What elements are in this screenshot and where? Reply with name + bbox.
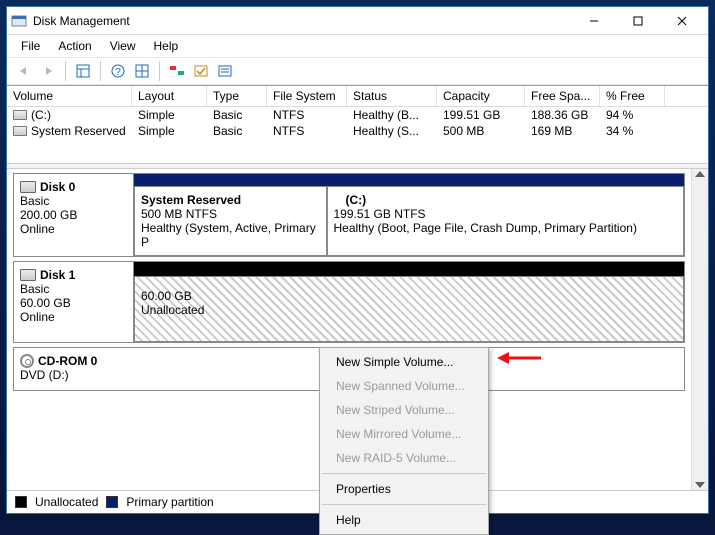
vertical-scrollbar[interactable]	[691, 169, 708, 490]
volume-free: 169 MB	[525, 123, 600, 139]
ctx-new-mirrored-volume: New Mirrored Volume...	[320, 422, 488, 446]
toolbar-list-icon[interactable]	[214, 60, 236, 82]
volume-icon	[13, 126, 27, 136]
back-button[interactable]	[13, 60, 35, 82]
toolbar-separator	[100, 61, 101, 81]
column-headers: Volume Layout Type File System Status Ca…	[7, 86, 708, 107]
col-capacity[interactable]: Capacity	[437, 86, 525, 106]
col-pctfree[interactable]: % Free	[600, 86, 665, 106]
disk-row: Disk 1 Basic 60.00 GB Online 60.00 GB Un…	[13, 261, 685, 343]
toolbar-separator	[65, 61, 66, 81]
ctx-properties[interactable]: Properties	[320, 477, 488, 501]
volume-type: Basic	[207, 123, 267, 139]
partition-status: Healthy (Boot, Page File, Crash Dump, Pr…	[334, 221, 678, 235]
legend-primary: Primary partition	[126, 495, 213, 509]
disk-state: Online	[20, 310, 127, 324]
disk-row: Disk 0 Basic 200.00 GB Online System Res…	[13, 173, 685, 257]
cdrom-icon	[20, 354, 34, 368]
col-volume[interactable]: Volume	[7, 86, 132, 106]
volume-icon	[13, 110, 27, 120]
cdrom-sub: DVD (D:)	[20, 368, 128, 382]
volume-fs: NTFS	[267, 107, 347, 123]
col-filesystem[interactable]: File System	[267, 86, 347, 106]
toolbar-view-icon[interactable]	[72, 60, 94, 82]
partition-unallocated[interactable]: 60.00 GB Unallocated	[134, 276, 684, 342]
volume-row[interactable]: (C:) Simple Basic NTFS Healthy (B... 199…	[7, 107, 708, 123]
minimize-button[interactable]	[572, 7, 616, 35]
ctx-new-striped-volume: New Striped Volume...	[320, 398, 488, 422]
partition-status: Healthy (System, Active, Primary P	[141, 221, 320, 249]
partition-color-bar	[134, 262, 684, 276]
disk-type: Basic	[20, 194, 127, 208]
disk-management-window: Disk Management File Action View Help ? …	[6, 6, 709, 514]
toolbar: ?	[7, 57, 708, 85]
disk-info[interactable]: Disk 1 Basic 60.00 GB Online	[14, 262, 134, 342]
context-divider	[322, 504, 486, 505]
partition-c[interactable]: (C:) 199.51 GB NTFS Healthy (Boot, Page …	[327, 186, 685, 256]
forward-button[interactable]	[37, 60, 59, 82]
menu-help[interactable]: Help	[146, 37, 187, 55]
volume-capacity: 199.51 GB	[437, 107, 525, 123]
disk-icon	[20, 181, 36, 193]
help-icon[interactable]: ?	[107, 60, 129, 82]
partition-size: 60.00 GB	[141, 289, 677, 303]
titlebar: Disk Management	[7, 7, 708, 35]
volume-layout: Simple	[132, 123, 207, 139]
legend-swatch-unallocated	[15, 496, 27, 508]
col-type[interactable]: Type	[207, 86, 267, 106]
app-icon	[11, 13, 27, 29]
disk-type: Basic	[20, 282, 127, 296]
volume-pct: 34 %	[600, 123, 665, 139]
volume-name: System Reserved	[31, 124, 126, 138]
annotation-arrow	[497, 351, 541, 365]
menu-file[interactable]: File	[13, 37, 48, 55]
volume-list: Volume Layout Type File System Status Ca…	[7, 85, 708, 163]
maximize-button[interactable]	[616, 7, 660, 35]
toolbar-grid-icon[interactable]	[131, 60, 153, 82]
partition-size: 500 MB NTFS	[141, 207, 320, 221]
partition-system-reserved[interactable]: System Reserved 500 MB NTFS Healthy (Sys…	[134, 186, 327, 256]
window-title: Disk Management	[33, 14, 572, 28]
svg-text:?: ?	[115, 67, 121, 78]
volume-fs: NTFS	[267, 123, 347, 139]
col-status[interactable]: Status	[347, 86, 437, 106]
volume-free: 188.36 GB	[525, 107, 600, 123]
disk-state: Online	[20, 222, 127, 236]
disk-info[interactable]: Disk 0 Basic 200.00 GB Online	[14, 174, 134, 256]
menubar: File Action View Help	[7, 35, 708, 57]
col-freespace[interactable]: Free Spa...	[525, 86, 600, 106]
volume-capacity: 500 MB	[437, 123, 525, 139]
toolbar-separator	[159, 61, 160, 81]
volume-status: Healthy (S...	[347, 123, 437, 139]
close-button[interactable]	[660, 7, 704, 35]
volume-status: Healthy (B...	[347, 107, 437, 123]
legend-swatch-primary	[106, 496, 118, 508]
disk-icon	[20, 269, 36, 281]
volume-pct: 94 %	[600, 107, 665, 123]
partition-size: 199.51 GB NTFS	[334, 207, 678, 221]
ctx-new-simple-volume[interactable]: New Simple Volume...	[320, 350, 488, 374]
volume-row[interactable]: System Reserved Simple Basic NTFS Health…	[7, 123, 708, 139]
disk-info[interactable]: CD-ROM 0 DVD (D:)	[14, 348, 134, 390]
ctx-new-raid5-volume: New RAID-5 Volume...	[320, 446, 488, 470]
ctx-help[interactable]: Help	[320, 508, 488, 532]
context-menu: New Simple Volume... New Spanned Volume.…	[319, 347, 489, 535]
toolbar-flags-icon[interactable]	[166, 60, 188, 82]
menu-view[interactable]: View	[102, 37, 144, 55]
col-layout[interactable]: Layout	[132, 86, 207, 106]
volume-name: (C:)	[31, 108, 51, 122]
volume-type: Basic	[207, 107, 267, 123]
menu-action[interactable]: Action	[50, 37, 99, 55]
legend-unallocated: Unallocated	[35, 495, 98, 509]
disk-size: 60.00 GB	[20, 296, 127, 310]
ctx-new-spanned-volume: New Spanned Volume...	[320, 374, 488, 398]
disk-size: 200.00 GB	[20, 208, 127, 222]
volume-layout: Simple	[132, 107, 207, 123]
toolbar-check-icon[interactable]	[190, 60, 212, 82]
context-divider	[322, 473, 486, 474]
partition-color-bar	[134, 174, 684, 186]
partition-status: Unallocated	[141, 303, 677, 317]
